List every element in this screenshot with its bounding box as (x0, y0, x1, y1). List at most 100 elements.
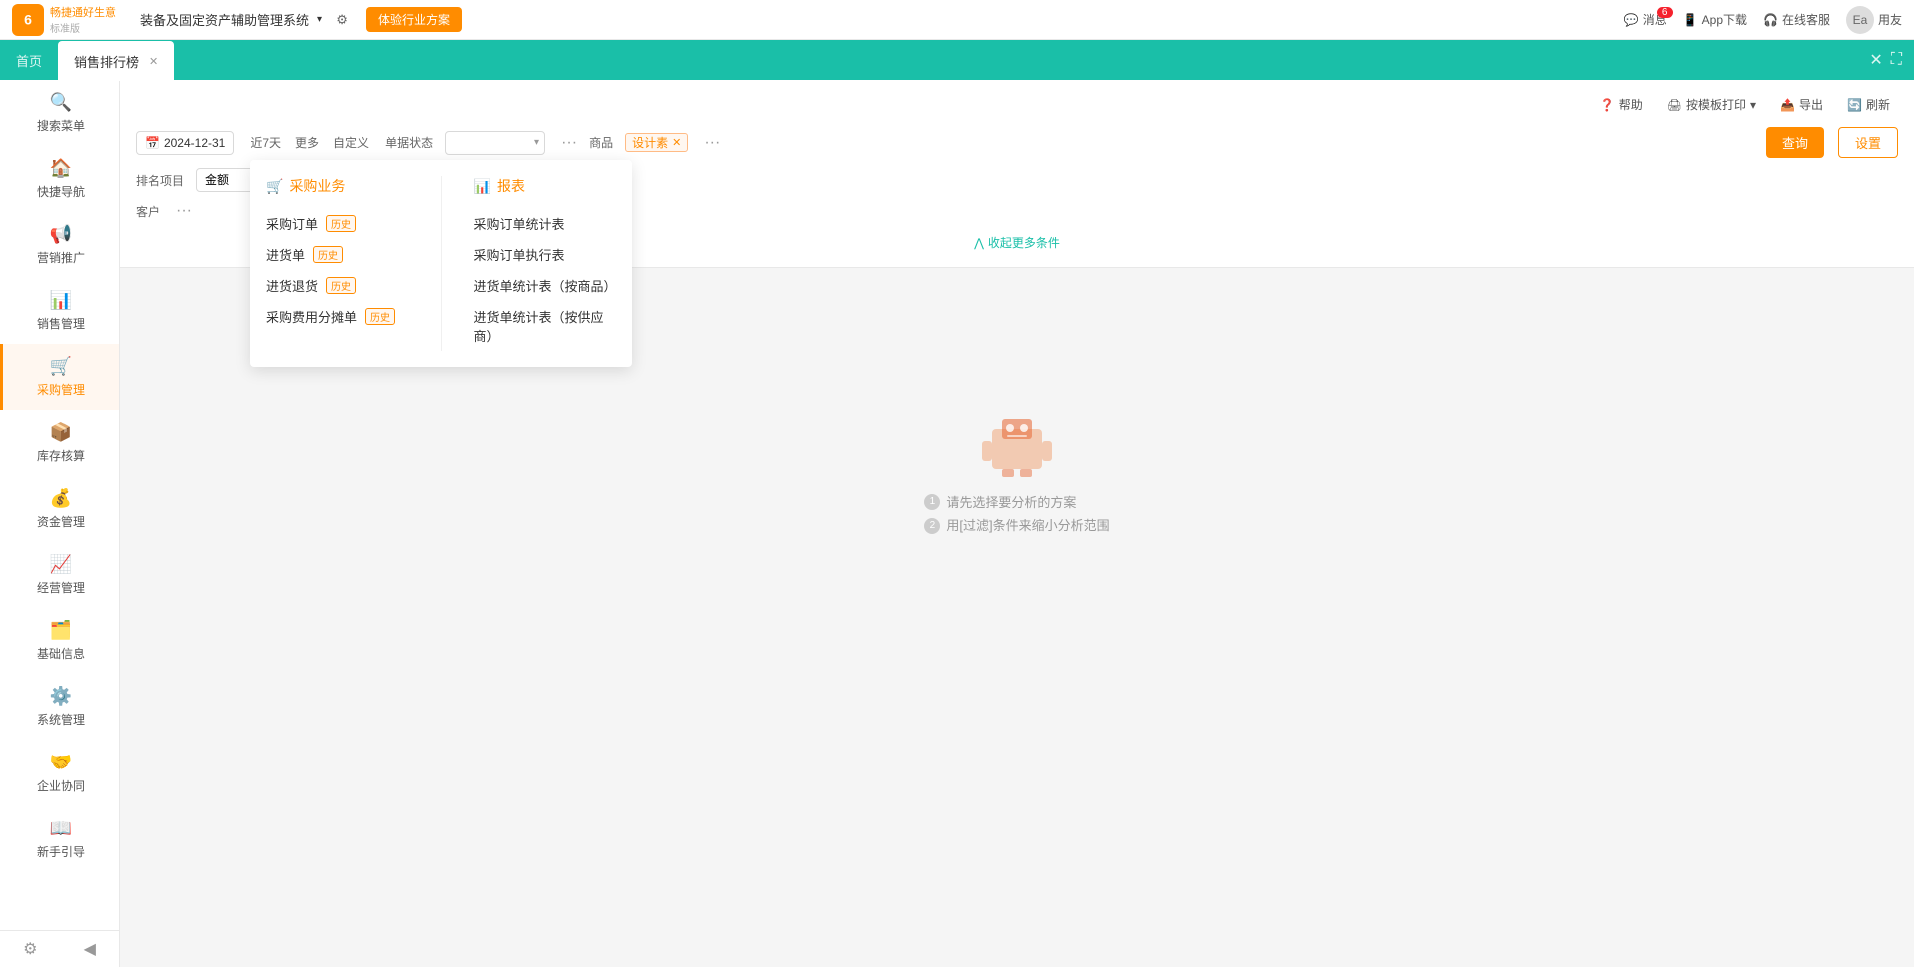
sidebar-bottom: ⚙ ◀ (0, 930, 119, 967)
finance-icon: 💰 (50, 488, 72, 509)
svg-text:6: 6 (24, 11, 32, 27)
tab-controls: ✕ ⛶ (1869, 50, 1914, 70)
sales-icon: 📊 (50, 290, 72, 311)
calendar-icon: 📅 (145, 136, 160, 150)
hint-num-1: 1 (924, 494, 940, 510)
menu-divider (441, 176, 442, 351)
history-badge-0: 历史 (326, 215, 356, 232)
sidebar-item-purchase[interactable]: 🛒 采购管理 (0, 344, 119, 410)
menu-purchase-expense[interactable]: 采购费用分摊单 历史 (266, 301, 409, 332)
online-service-item[interactable]: 🎧 在线客服 (1763, 11, 1830, 28)
sidebar-item-nav[interactable]: 🏠 快捷导航 (0, 146, 119, 212)
main-layout: 🔍 搜索菜单 🏠 快捷导航 📢 营销推广 📊 销售管理 🛒 采购管理 📦 库存核… (0, 80, 1914, 967)
goods-dots[interactable]: ··· (704, 134, 720, 152)
sidebar-item-inventory[interactable]: 📦 库存核算 (0, 410, 119, 476)
customer-dots[interactable]: ··· (176, 202, 192, 220)
tab-sales-ranking[interactable]: 销售排行榜 ✕ (58, 41, 174, 81)
sidebar-item-search[interactable]: 🔍 搜索菜单 (0, 80, 119, 146)
menu-purchase-order-exec[interactable]: 采购订单执行表 (474, 239, 617, 270)
menu-goods-in[interactable]: 进货单 历史 (266, 239, 409, 270)
history-badge-1: 历史 (313, 246, 343, 263)
sidebar-item-sales[interactable]: 📊 销售管理 (0, 278, 119, 344)
trial-button[interactable]: 体验行业方案 (366, 7, 462, 32)
help-btn[interactable]: ❓ 帮助 (1592, 92, 1651, 117)
sidebar: 🔍 搜索菜单 🏠 快捷导航 📢 营销推广 📊 销售管理 🛒 采购管理 📦 库存核… (0, 80, 120, 967)
message-icon-item[interactable]: 💬 消息 6 (1624, 11, 1667, 28)
tab-home[interactable]: 首页 (0, 40, 58, 80)
tab-close-window[interactable]: ✕ (1869, 50, 1882, 70)
empty-hints: 1 请先选择要分析的方案 2 用[过滤]条件来缩小分析范围 (924, 491, 1109, 538)
customer-label: 客户 (136, 203, 160, 220)
menu-goods-in-stats-by-supplier[interactable]: 进货单统计表（按供应商） (474, 301, 617, 351)
settings-icon[interactable]: ⚙ (330, 8, 354, 32)
purchase-section: 🛒 采购业务 采购订单 历史 进货单 历史 进货退货 历史 (266, 176, 409, 351)
basic-icon: 🗂️ (50, 620, 72, 641)
report-title: 📊 报表 (474, 176, 617, 196)
empty-hint-2: 2 用[过滤]条件来缩小分析范围 (924, 514, 1109, 537)
ranking-label: 排名项目 (136, 172, 184, 189)
date-range-input[interactable]: 📅 2024-12-31 (136, 131, 234, 155)
user-item[interactable]: Ea 用友 (1846, 6, 1902, 34)
refresh-btn[interactable]: 🔄 刷新 (1839, 92, 1898, 117)
message-icon: 💬 (1624, 13, 1639, 27)
print-arrow[interactable]: ▾ (1750, 98, 1756, 112)
sidebar-item-operations[interactable]: 📈 经营管理 (0, 542, 119, 608)
top-bar: 6 畅捷通好生意 标准版 装备及固定资产辅助管理系统 ▾ ⚙ 体验行业方案 💬 … (0, 0, 1914, 40)
phone-icon: 📱 (1683, 13, 1698, 27)
history-badge-2: 历史 (326, 277, 356, 294)
operations-icon: 📈 (50, 554, 72, 575)
history-badge-3: 历史 (365, 308, 395, 325)
search-icon: 🔍 (50, 92, 72, 113)
dropdown-overlay: 🛒 采购业务 采购订单 历史 进货单 历史 进货退货 历史 (240, 80, 632, 367)
query-button[interactable]: 查询 (1766, 127, 1824, 158)
sidebar-item-basic[interactable]: 🗂️ 基础信息 (0, 608, 119, 674)
settings-bottom-icon[interactable]: ⚙ (23, 939, 37, 959)
menu-purchase-order-stats[interactable]: 采购订单统计表 (474, 208, 617, 239)
purchase-title: 🛒 采购业务 (266, 176, 409, 196)
menu-goods-return[interactable]: 进货退货 历史 (266, 270, 409, 301)
sidebar-item-finance[interactable]: 💰 资金管理 (0, 476, 119, 542)
hint-num-2: 2 (924, 518, 940, 534)
report-section-icon: 📊 (474, 178, 491, 195)
system-title-arrow[interactable]: ▾ (317, 14, 322, 25)
headset-icon: 🎧 (1763, 13, 1778, 27)
help-icon: ❓ (1600, 98, 1615, 112)
tab-maximize[interactable]: ⛶ (1891, 51, 1902, 69)
goods-tag-remove[interactable]: ✕ (672, 136, 681, 149)
empty-hint-1: 1 请先选择要分析的方案 (924, 491, 1109, 514)
empty-illustration (967, 399, 1067, 479)
sidebar-item-guide[interactable]: 📖 新手引导 (0, 806, 119, 872)
report-section: 📊 报表 采购订单统计表 采购订单执行表 进货单统计表（按商品） 进货单统计表（… (474, 176, 617, 351)
sidebar-item-system[interactable]: ⚙️ 系统管理 (0, 674, 119, 740)
logo-icon: 6 (12, 4, 44, 36)
setting-button[interactable]: 设置 (1838, 127, 1898, 158)
menu-purchase-order[interactable]: 采购订单 历史 (266, 208, 409, 239)
dropdown-menu: 🛒 采购业务 采购订单 历史 进货单 历史 进货退货 历史 (250, 160, 632, 367)
purchase-section-icon: 🛒 (266, 178, 283, 195)
tab-close-icon[interactable]: ✕ (149, 55, 158, 68)
toolbar-actions: ❓ 帮助 🖨 按模板打印 ▾ 📤 导出 🔄 刷新 (1592, 92, 1898, 117)
marketing-icon: 📢 (50, 224, 72, 245)
tab-bar: 首页 销售排行榜 ✕ ✕ ⛶ (0, 40, 1914, 80)
purchase-icon: 🛒 (50, 356, 72, 377)
export-btn[interactable]: 📤 导出 (1772, 92, 1831, 117)
inventory-icon: 📦 (50, 422, 72, 443)
avatar: Ea (1846, 6, 1874, 34)
message-badge: 6 (1657, 7, 1673, 18)
tab-sales-ranking-label: 销售排行榜 (74, 52, 139, 71)
collapse-up-icon: ⋀ (974, 236, 984, 250)
sidebar-item-marketing[interactable]: 📢 营销推广 (0, 212, 119, 278)
export-icon: 📤 (1780, 98, 1795, 112)
system-icon: ⚙️ (50, 686, 72, 707)
collapse-icon[interactable]: ◀ (84, 939, 96, 959)
top-right-actions: 💬 消息 6 📱 App下载 🎧 在线客服 Ea 用友 (1624, 6, 1902, 34)
content-area: ❓ 帮助 🖨 按模板打印 ▾ 📤 导出 🔄 刷新 (120, 80, 1914, 967)
refresh-icon: 🔄 (1847, 98, 1862, 112)
print-btn[interactable]: 🖨 按模板打印 ▾ (1659, 92, 1764, 117)
sidebar-item-cooperation[interactable]: 🤝 企业协同 (0, 740, 119, 806)
menu-goods-in-stats-by-goods[interactable]: 进货单统计表（按商品） (474, 270, 617, 301)
cooperation-icon: 🤝 (50, 752, 72, 773)
guide-icon: 📖 (50, 818, 72, 839)
system-title: 装备及固定资产辅助管理系统 ▾ (140, 10, 322, 29)
app-download-item[interactable]: 📱 App下载 (1683, 11, 1747, 28)
